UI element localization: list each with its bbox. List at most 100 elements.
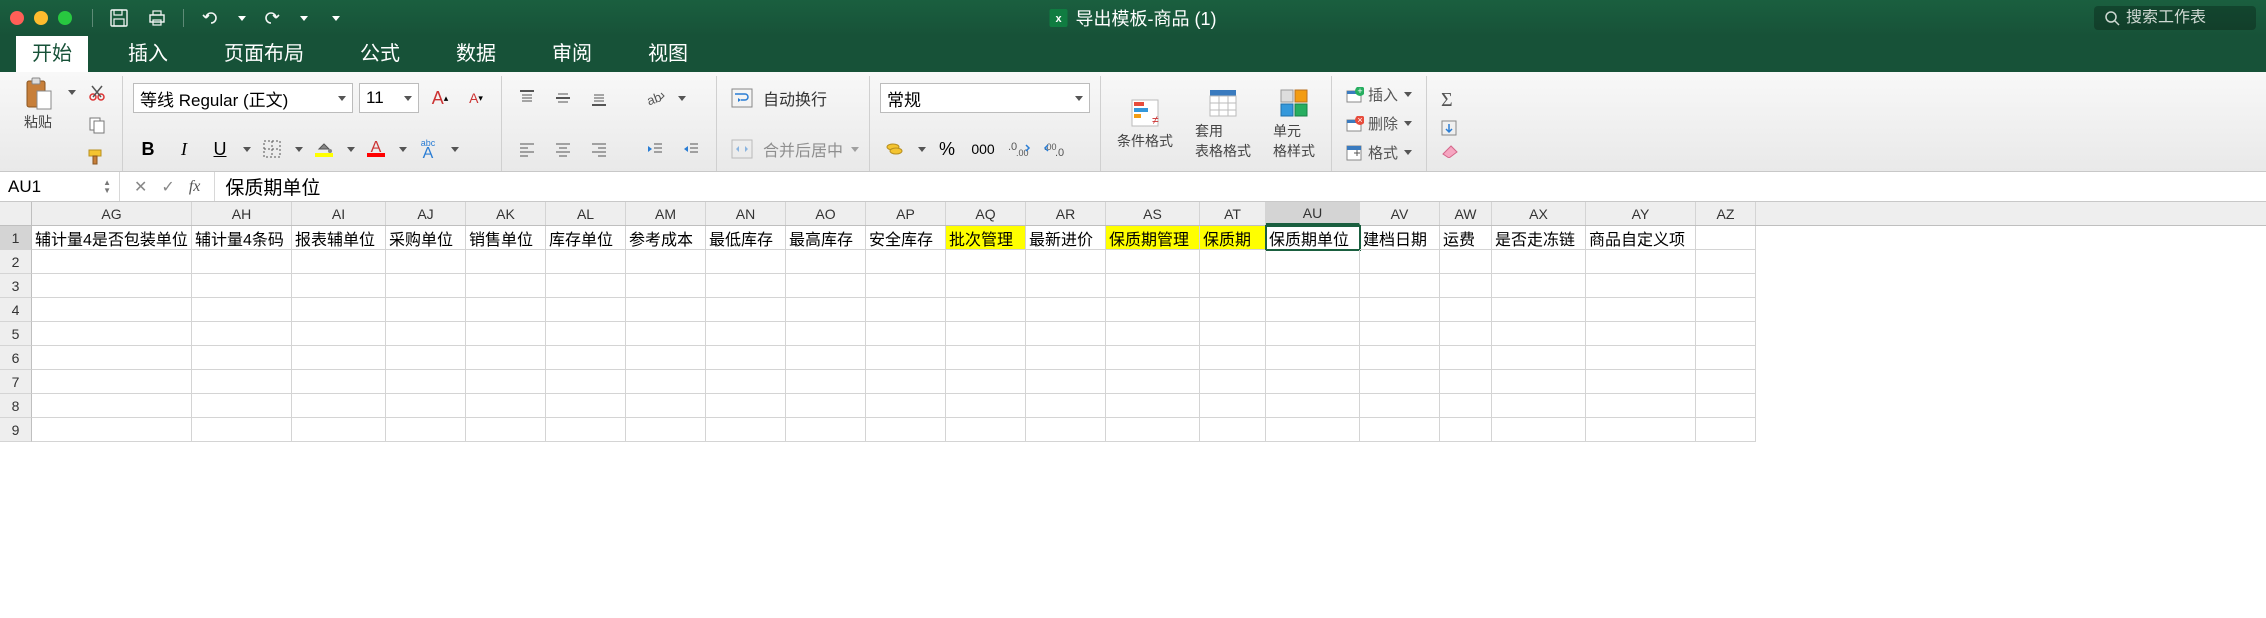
cell-AS4[interactable] xyxy=(1106,298,1200,322)
orientation-button[interactable]: ab xyxy=(640,83,670,113)
cell-AQ9[interactable] xyxy=(946,418,1026,442)
cell-AI6[interactable] xyxy=(292,346,386,370)
row-header-5[interactable]: 5 xyxy=(0,322,32,346)
cell-AY5[interactable] xyxy=(1586,322,1696,346)
paste-dropdown[interactable] xyxy=(68,90,76,95)
cell-AW7[interactable] xyxy=(1440,370,1492,394)
delete-cells-button[interactable]: ×删除 xyxy=(1342,112,1416,135)
column-header-AH[interactable]: AH xyxy=(192,202,292,225)
cell-AS3[interactable] xyxy=(1106,274,1200,298)
cell-AV5[interactable] xyxy=(1360,322,1440,346)
cell-AY2[interactable] xyxy=(1586,250,1696,274)
cell-AT6[interactable] xyxy=(1200,346,1266,370)
cell-AO5[interactable] xyxy=(786,322,866,346)
align-right-button[interactable] xyxy=(584,134,614,164)
cell-AL3[interactable] xyxy=(546,274,626,298)
cell-AH3[interactable] xyxy=(192,274,292,298)
cell-AQ6[interactable] xyxy=(946,346,1026,370)
cell-AJ5[interactable] xyxy=(386,322,466,346)
cell-AM8[interactable] xyxy=(626,394,706,418)
cell-AJ7[interactable] xyxy=(386,370,466,394)
tab-data[interactable]: 数据 xyxy=(440,31,512,72)
cell-AJ4[interactable] xyxy=(386,298,466,322)
cell-AI5[interactable] xyxy=(292,322,386,346)
cell-AR9[interactable] xyxy=(1026,418,1106,442)
undo-button[interactable] xyxy=(198,6,222,30)
cell-AT2[interactable] xyxy=(1200,250,1266,274)
cell-AM6[interactable] xyxy=(626,346,706,370)
autosum-button[interactable]: Σ xyxy=(1437,88,1477,113)
cell-AX2[interactable] xyxy=(1492,250,1586,274)
format-cells-button[interactable]: 格式 xyxy=(1342,141,1416,164)
cell-AO1[interactable]: 最高库存 xyxy=(786,226,866,250)
cell-AN3[interactable] xyxy=(706,274,786,298)
cell-AY1[interactable]: 商品自定义项 xyxy=(1586,226,1696,250)
decrease-font-button[interactable]: A▾ xyxy=(461,83,491,113)
cell-AY4[interactable] xyxy=(1586,298,1696,322)
column-header-AM[interactable]: AM xyxy=(626,202,706,225)
cell-AK8[interactable] xyxy=(466,394,546,418)
cell-AL5[interactable] xyxy=(546,322,626,346)
undo-dropdown[interactable] xyxy=(238,16,246,21)
cell-AX7[interactable] xyxy=(1492,370,1586,394)
cell-AV4[interactable] xyxy=(1360,298,1440,322)
maximize-window-button[interactable] xyxy=(58,11,72,25)
cell-AZ6[interactable] xyxy=(1696,346,1756,370)
font-color-button[interactable]: A xyxy=(361,134,391,164)
increase-decimal-button[interactable]: .0.00 xyxy=(1004,134,1034,164)
cell-AP7[interactable] xyxy=(866,370,946,394)
cell-AP8[interactable] xyxy=(866,394,946,418)
cell-AL2[interactable] xyxy=(546,250,626,274)
cell-AW9[interactable] xyxy=(1440,418,1492,442)
row-header-3[interactable]: 3 xyxy=(0,274,32,298)
row-header-8[interactable]: 8 xyxy=(0,394,32,418)
column-header-AX[interactable]: AX xyxy=(1492,202,1586,225)
cell-AN8[interactable] xyxy=(706,394,786,418)
cell-AH9[interactable] xyxy=(192,418,292,442)
decrease-decimal-button[interactable]: .00.0 xyxy=(1040,134,1070,164)
cell-AT3[interactable] xyxy=(1200,274,1266,298)
italic-button[interactable]: I xyxy=(169,134,199,164)
cell-AU5[interactable] xyxy=(1266,322,1360,346)
cell-AX8[interactable] xyxy=(1492,394,1586,418)
cell-AJ9[interactable] xyxy=(386,418,466,442)
cell-AG3[interactable] xyxy=(32,274,192,298)
borders-dropdown[interactable] xyxy=(295,147,303,152)
cell-AS9[interactable] xyxy=(1106,418,1200,442)
cell-AN4[interactable] xyxy=(706,298,786,322)
cell-AX5[interactable] xyxy=(1492,322,1586,346)
cell-AO3[interactable] xyxy=(786,274,866,298)
redo-dropdown[interactable] xyxy=(300,16,308,21)
redo-button[interactable] xyxy=(260,6,284,30)
cell-AW3[interactable] xyxy=(1440,274,1492,298)
cell-AX3[interactable] xyxy=(1492,274,1586,298)
cell-AK5[interactable] xyxy=(466,322,546,346)
comma-button[interactable]: 000 xyxy=(968,134,998,164)
cell-AH5[interactable] xyxy=(192,322,292,346)
search-input[interactable] xyxy=(2126,9,2246,27)
align-bottom-button[interactable] xyxy=(584,83,614,113)
cell-AM7[interactable] xyxy=(626,370,706,394)
cell-AU4[interactable] xyxy=(1266,298,1360,322)
column-header-AI[interactable]: AI xyxy=(292,202,386,225)
cell-AK7[interactable] xyxy=(466,370,546,394)
font-color-dropdown[interactable] xyxy=(399,147,407,152)
align-middle-button[interactable] xyxy=(548,83,578,113)
row-header-4[interactable]: 4 xyxy=(0,298,32,322)
cell-AY9[interactable] xyxy=(1586,418,1696,442)
cell-AU7[interactable] xyxy=(1266,370,1360,394)
cell-AP3[interactable] xyxy=(866,274,946,298)
cell-AW5[interactable] xyxy=(1440,322,1492,346)
cell-AH7[interactable] xyxy=(192,370,292,394)
cell-AO4[interactable] xyxy=(786,298,866,322)
cell-AV7[interactable] xyxy=(1360,370,1440,394)
cell-AQ8[interactable] xyxy=(946,394,1026,418)
column-header-AQ[interactable]: AQ xyxy=(946,202,1026,225)
tab-view[interactable]: 视图 xyxy=(632,31,704,72)
cell-AG2[interactable] xyxy=(32,250,192,274)
cell-AO9[interactable] xyxy=(786,418,866,442)
cell-AI4[interactable] xyxy=(292,298,386,322)
cell-AM5[interactable] xyxy=(626,322,706,346)
close-window-button[interactable] xyxy=(10,11,24,25)
accept-formula-button[interactable]: ✓ xyxy=(161,177,174,197)
